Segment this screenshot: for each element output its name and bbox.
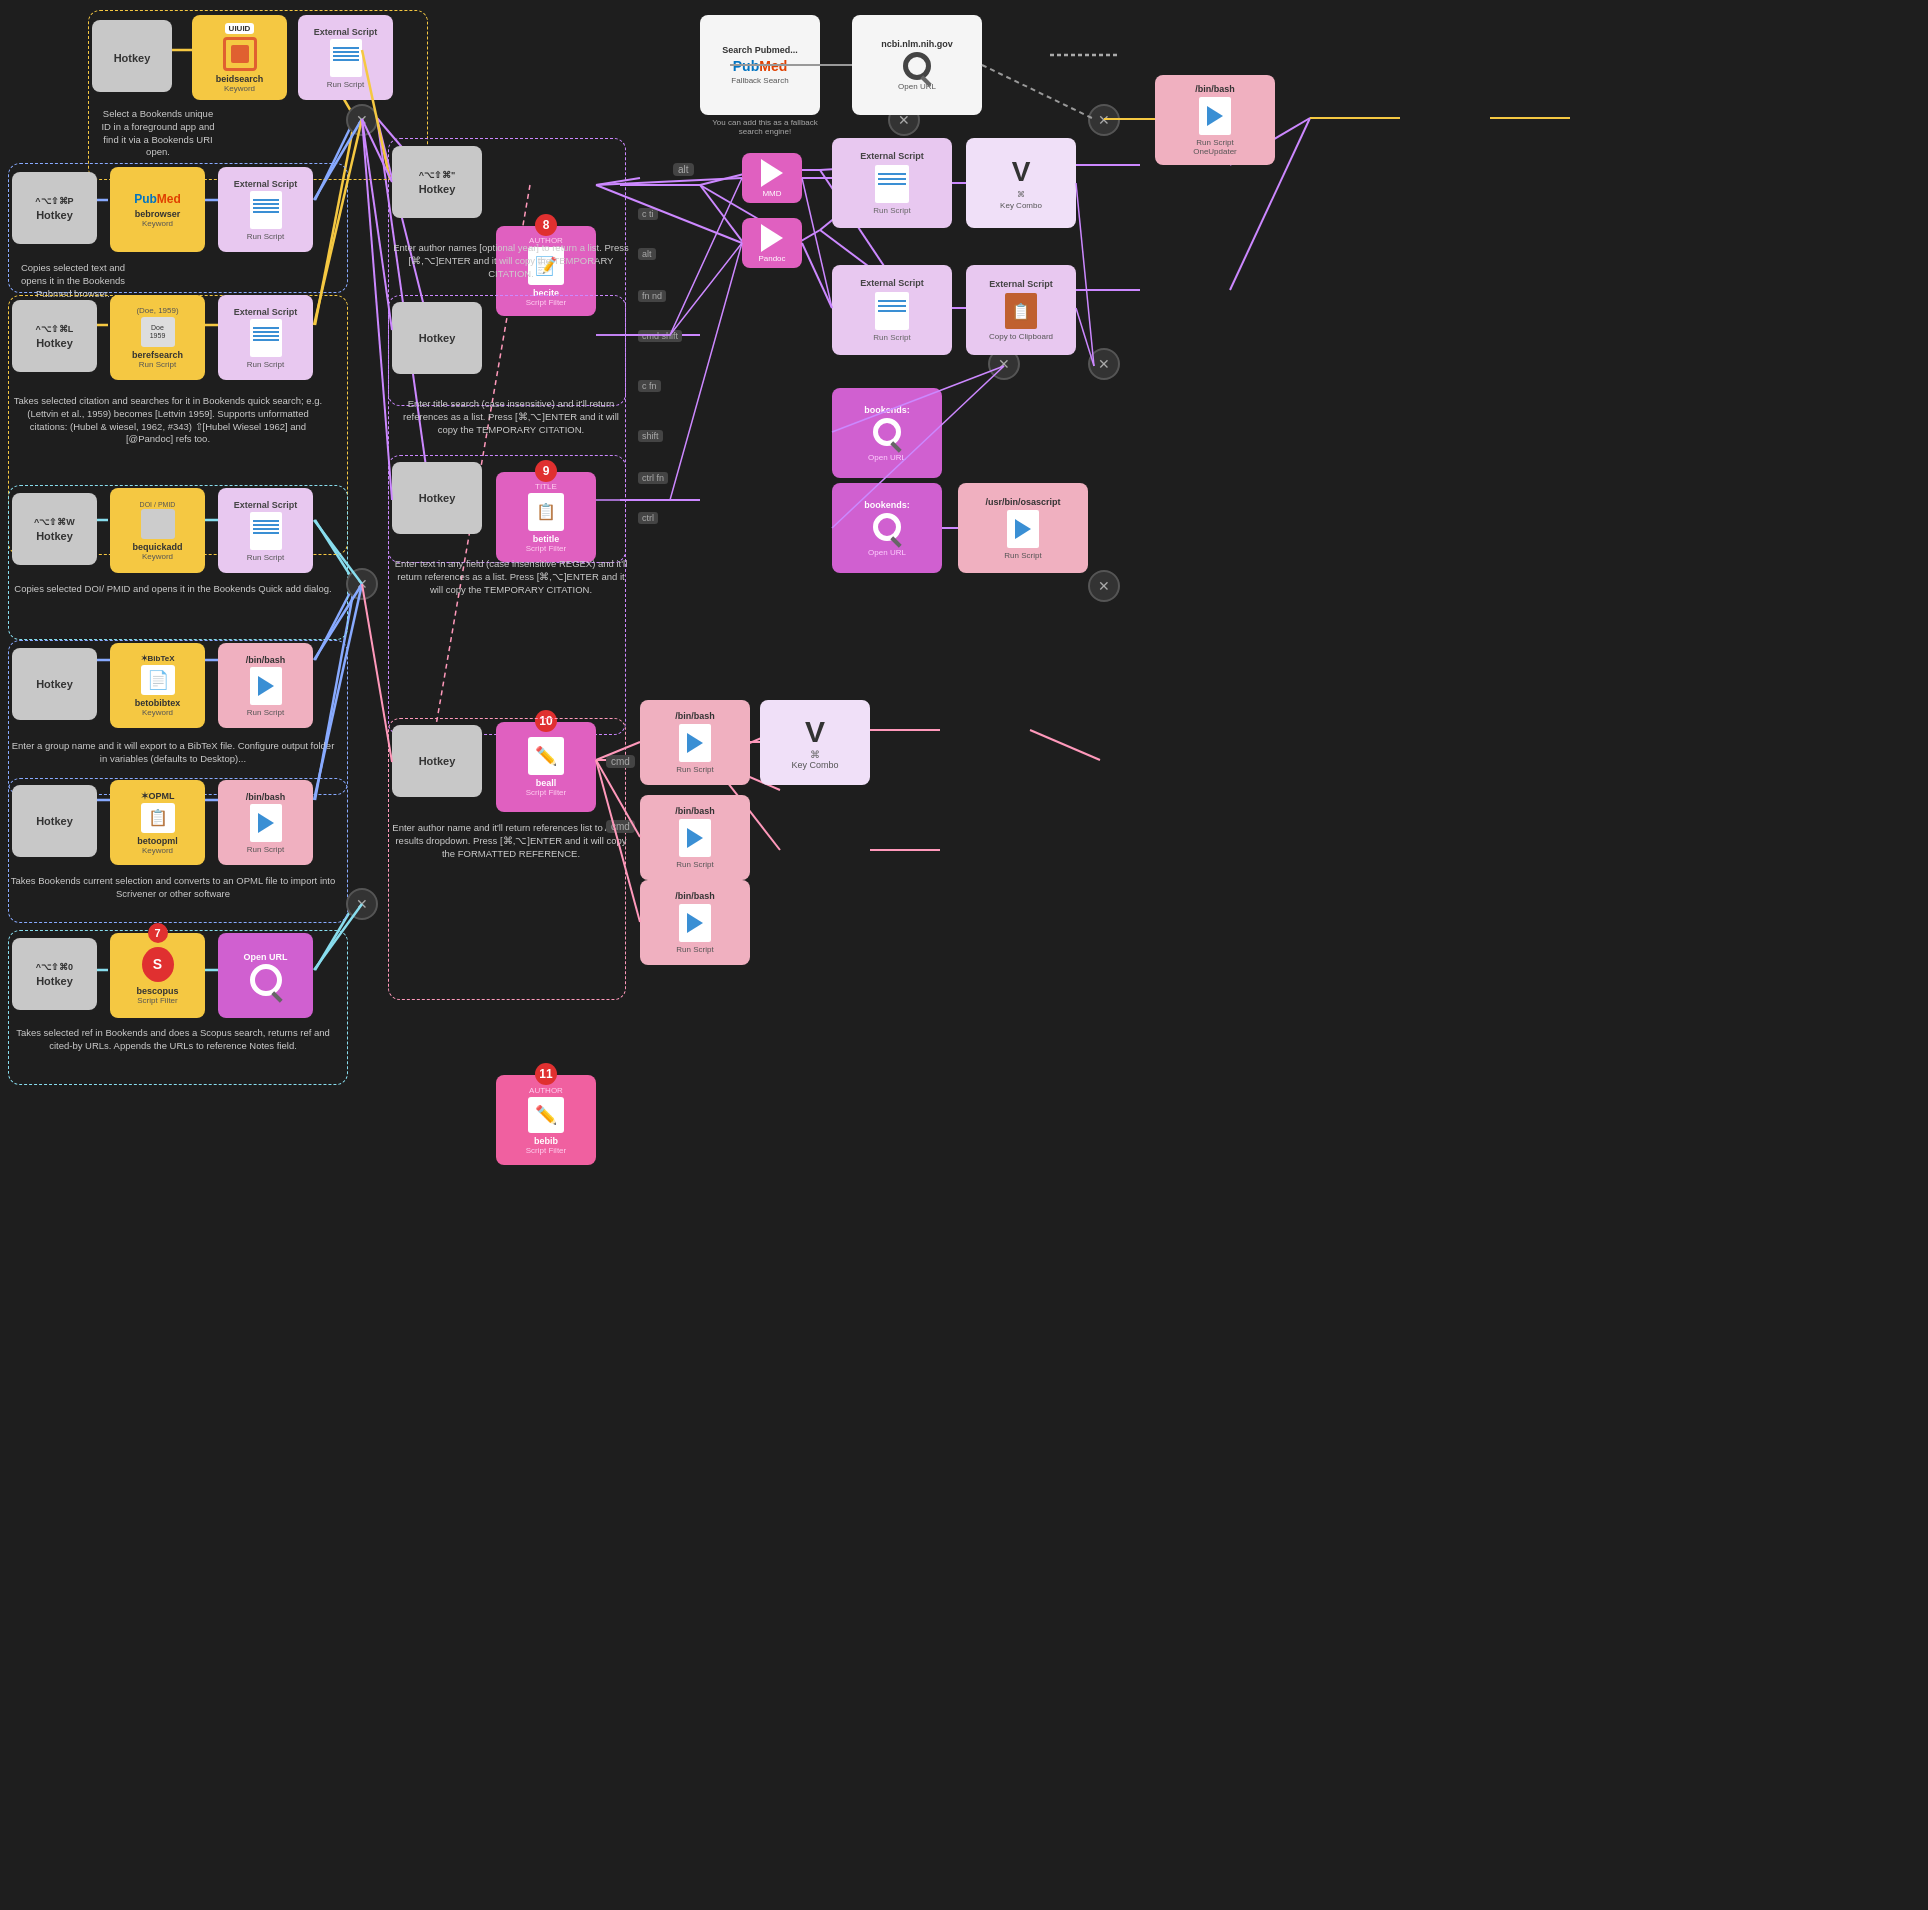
- bescopus-filter-node[interactable]: 7 S bescopus Script Filter: [110, 933, 205, 1018]
- desc-becite: Enter author names [optional year] to re…: [392, 242, 630, 280]
- bequickadd-script-node[interactable]: External Script Run Script: [218, 488, 313, 573]
- betoopml-bash-node[interactable]: /bin/bash Run Script: [218, 780, 313, 865]
- bescopus-openurl-node[interactable]: Open URL: [218, 933, 313, 1018]
- alt-indicator: alt: [673, 163, 694, 176]
- key-combo-bebib-node[interactable]: V ⌘ Key Combo: [760, 700, 870, 785]
- hotkey-5-node[interactable]: Hotkey: [12, 648, 97, 720]
- separator-3: ✕: [346, 888, 378, 920]
- hotkey-1-node[interactable]: Hotkey: [92, 20, 172, 92]
- betobibtex-keyword-node[interactable]: ✶BibTeX 📄 betobibtex Keyword: [110, 643, 205, 728]
- desc-berefsearch: Takes selected citation and searches for…: [8, 395, 328, 446]
- betoopml-keyword-node[interactable]: ✶OPML 📋 betoopml Keyword: [110, 780, 205, 865]
- bookends-openurl-1-node[interactable]: bookends: Open URL: [832, 388, 942, 478]
- ctrl-label-3: ctrl: [638, 512, 658, 524]
- separator-1: ✕: [346, 104, 378, 136]
- desc-bequickadd: Copies selected DOI/ PMID and opens it i…: [8, 583, 338, 596]
- fn-label-1: fn nd: [638, 290, 666, 302]
- workflow-canvas: Hotkey UIUID beidsearch Keyword External…: [0, 0, 1928, 1910]
- desc-bebib: Enter author name and it'll return refer…: [392, 822, 630, 860]
- copy-clipboard-node[interactable]: External Script 📋 Copy to Clipboard: [966, 265, 1076, 355]
- berefsearch-keyword-node[interactable]: (Doe, 1959) Doe1959 berefsearch Run Scri…: [110, 295, 205, 380]
- c-fn: c fn: [638, 380, 661, 392]
- cmd-label-shift: cmd shift: [638, 330, 682, 342]
- hotkey-6-node[interactable]: Hotkey: [12, 785, 97, 857]
- separator-top-right: ✕: [1088, 104, 1120, 136]
- osascript-node[interactable]: /usr/bin/osascript Run Script: [958, 483, 1088, 573]
- bebib-bash-1-node[interactable]: /bin/bash Run Script: [640, 700, 750, 785]
- desc-beidsearch: Select a Bookends unique ID in a foregro…: [98, 108, 218, 159]
- fallback-note: You can add this as a fallback search en…: [700, 118, 830, 136]
- bebib-bash-2-node[interactable]: /bin/bash Run Script: [640, 795, 750, 880]
- hotkey-4-node[interactable]: ^⌥⇧⌘W Hotkey: [12, 493, 97, 565]
- bebib-bash-3-node[interactable]: /bin/bash Run Script: [640, 880, 750, 965]
- external-script-1-node[interactable]: External Script Run Script: [298, 15, 393, 100]
- ext-script-2-node[interactable]: External Script Run Script: [832, 265, 952, 355]
- hotkey-2-node[interactable]: ^⌥⇧⌘P Hotkey: [12, 172, 97, 244]
- key-combo-top-node[interactable]: V ⌘ Key Combo: [966, 138, 1076, 228]
- ext-script-top-node[interactable]: External Script Run Script: [832, 138, 952, 228]
- bebrowser-keyword-node[interactable]: PubMed bebrowser Keyword: [110, 167, 205, 252]
- hotkey-11-node[interactable]: Hotkey: [392, 725, 482, 797]
- hotkey-10-node[interactable]: Hotkey: [392, 462, 482, 534]
- betobibtex-bash-node[interactable]: /bin/bash Run Script: [218, 643, 313, 728]
- hotkey-3-node[interactable]: ^⌥⇧⌘L Hotkey: [12, 300, 97, 372]
- external-script-2-node[interactable]: External Script Run Script: [218, 167, 313, 252]
- ncbi-openurl-node[interactable]: ncbi.nlm.nih.gov Open URL: [852, 15, 982, 115]
- desc-beall: Enter text in any field (case insensitiv…: [392, 558, 630, 596]
- bequickadd-keyword-node[interactable]: DOI / PMID bequickadd Keyword: [110, 488, 205, 573]
- ctrl-label-1: c ti: [638, 208, 658, 220]
- desc-bescopus: Takes selected ref in Bookends and does …: [8, 1027, 338, 1053]
- beidsearch-keyword-node[interactable]: UIUID beidsearch Keyword: [192, 15, 287, 100]
- hotkey-9-node[interactable]: Hotkey: [392, 302, 482, 374]
- pandoc-arrow-node[interactable]: Pandoc: [742, 218, 802, 268]
- bash-oneupdater-node[interactable]: /bin/bash Run Script OneUpdater: [1155, 75, 1275, 165]
- separator-7: ✕: [1088, 570, 1120, 602]
- hotkey-8-node[interactable]: ^⌥⇧⌘" Hotkey: [392, 146, 482, 218]
- desc-betobibtex: Enter a group name and it will export to…: [8, 740, 338, 766]
- mmd-arrow-node[interactable]: MMD: [742, 153, 802, 203]
- hotkey-7-node[interactable]: ^⌥⇧⌘0 Hotkey: [12, 938, 97, 1010]
- desc-betitle: Enter title search (case insensitive) an…: [392, 398, 630, 436]
- shift-label-1: alt: [638, 248, 656, 260]
- cmd-indicator-2: cmd: [606, 820, 635, 833]
- bookends-openurl-2-node[interactable]: bookends: Open URL: [832, 483, 942, 573]
- desc-betoopml: Takes Bookends current selection and con…: [8, 875, 338, 901]
- bebib-filter-node[interactable]: 11 AUTHOR ✏️ bebib Script Filter: [496, 1075, 596, 1165]
- separator-2: ✕: [346, 568, 378, 600]
- ctrl-fn-label: ctrl fn: [638, 472, 668, 484]
- svg-line-49: [1030, 730, 1100, 760]
- cmd-indicator-1: cmd: [606, 755, 635, 768]
- shift-label-2: shift: [638, 430, 663, 442]
- separator-6: ✕: [1088, 348, 1120, 380]
- berefsearch-script-node[interactable]: External Script Run Script: [218, 295, 313, 380]
- search-pubmed-node[interactable]: Search Pubmed... PubMed Fallback Search: [700, 15, 820, 115]
